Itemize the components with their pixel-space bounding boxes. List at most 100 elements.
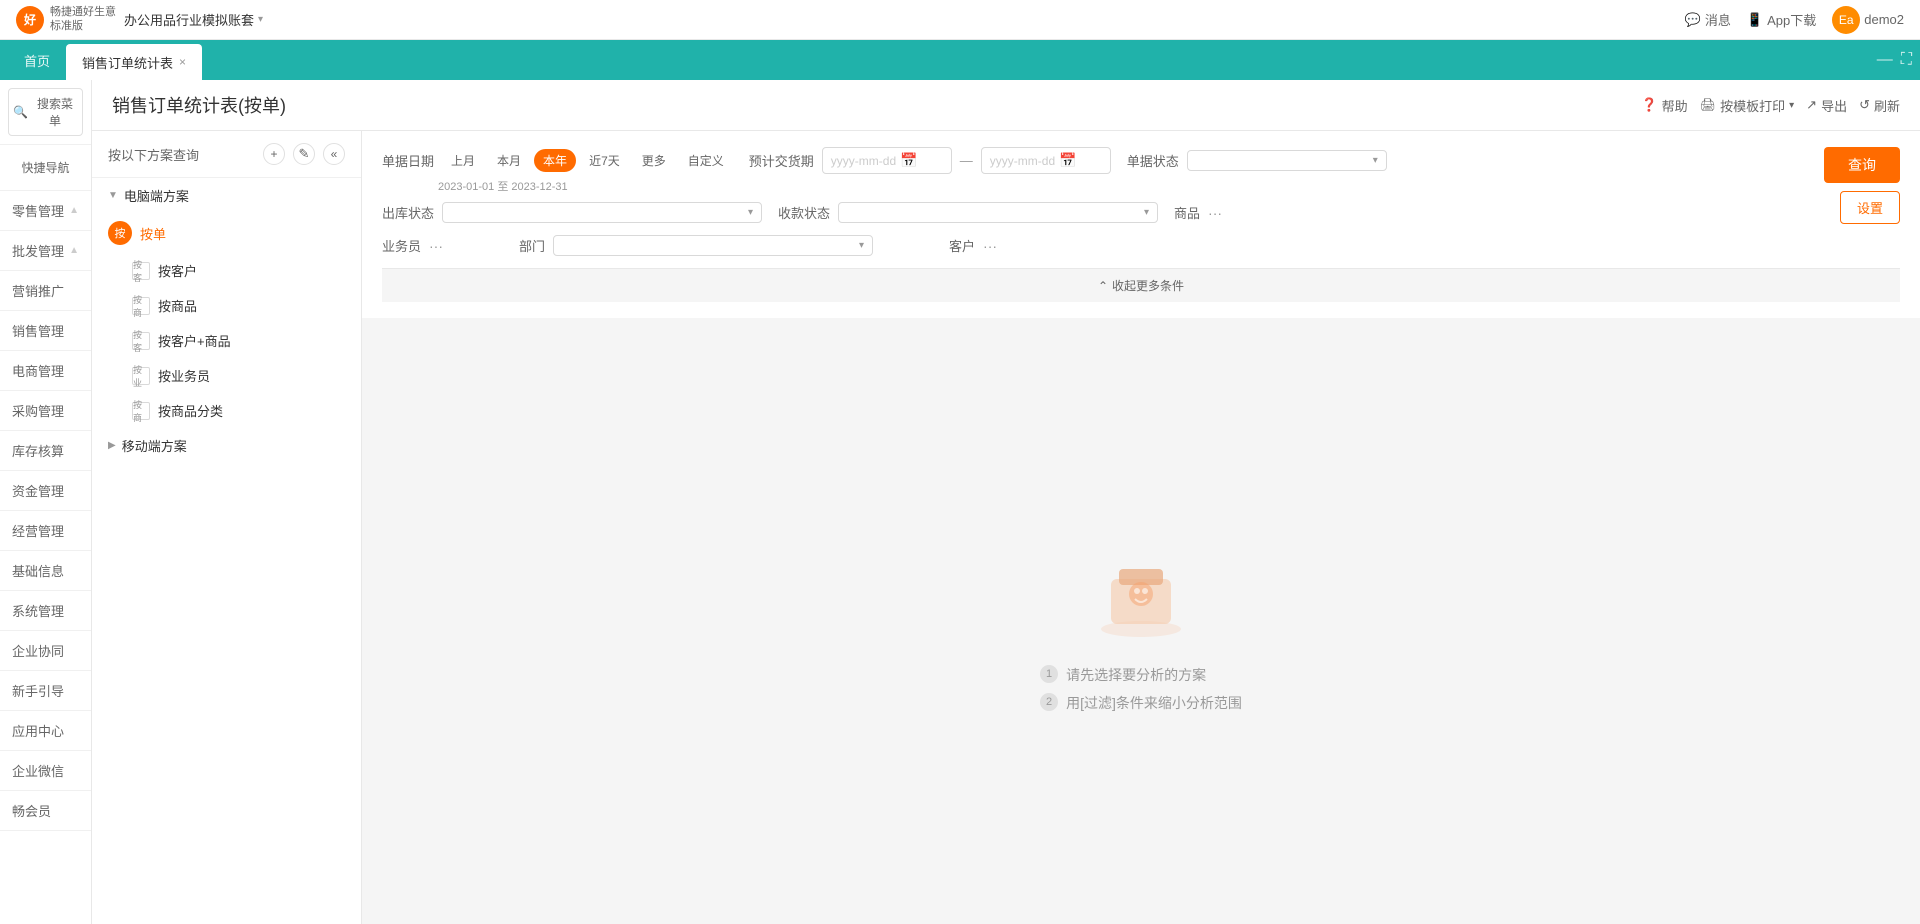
page-title: 销售订单统计表(按单) <box>112 92 286 130</box>
sidebar-item-4[interactable]: 电商管理 <box>0 351 91 391</box>
dept-select[interactable]: ▾ <box>553 235 873 256</box>
salesman-more-button[interactable]: ··· <box>429 238 443 254</box>
calendar-end-icon: 📅 <box>1059 152 1076 169</box>
shortcut-this-year[interactable]: 本年 <box>534 149 576 172</box>
logo-text: 畅捷通好生意 标准版 <box>50 6 116 32</box>
refresh-icon: ↺ <box>1859 97 1870 113</box>
date-shortcut-group: 上月 本月 本年 近7天 更多 自定义 <box>442 149 733 172</box>
section-header-1[interactable]: ▶移动端方案 <box>92 428 361 463</box>
shortcut-last-month[interactable]: 上月 <box>442 149 484 172</box>
sidebar-item-7[interactable]: 资金管理 <box>0 471 91 511</box>
expected-date-start-input[interactable]: yyyy-mm-dd 📅 <box>822 147 952 174</box>
payment-status-select[interactable]: ▾ <box>838 202 1158 223</box>
scheme-sub-item-0-3[interactable]: 按客按客户+商品 <box>92 323 361 358</box>
shortcut-more[interactable]: 更多 <box>633 149 675 172</box>
goods-more-button[interactable]: ··· <box>1208 205 1222 221</box>
scheme-sub-item-0-4[interactable]: 按业按业务员 <box>92 358 361 393</box>
user-avatar[interactable]: Ea demo2 <box>1832 6 1904 34</box>
search-menu-button[interactable]: 🔍 搜索菜单 <box>8 88 83 136</box>
edit-scheme-button[interactable]: ✎ <box>293 143 315 165</box>
filter-panel: 单据日期 上月 本月 本年 近7天 更多 自定义 <box>362 131 1920 318</box>
sidebar-item-6[interactable]: 库存核算 <box>0 431 91 471</box>
avatar: Ea <box>1832 6 1860 34</box>
sidebar-item-8[interactable]: 经营管理 <box>0 511 91 551</box>
app-download-button[interactable]: 📱 App下载 <box>1747 10 1816 29</box>
tab-minimize-button[interactable]: — <box>1877 51 1893 69</box>
export-button[interactable]: ↗ 导出 <box>1806 96 1847 115</box>
shortcut-7days[interactable]: 近7天 <box>580 149 629 172</box>
add-scheme-button[interactable]: + <box>263 143 285 165</box>
top-bar-left: 好 畅捷通好生意 标准版 办公用品行业模拟账套 ▾ <box>16 6 263 34</box>
sidebar-item-9[interactable]: 基础信息 <box>0 551 91 591</box>
sidebar-item-5[interactable]: 采购管理 <box>0 391 91 431</box>
sidebar-item-11[interactable]: 企业协同 <box>0 631 91 671</box>
empty-illustration <box>1081 529 1201 649</box>
sidebar-nav: 零售管理▲批发管理▲营销推广销售管理电商管理采购管理库存核算资金管理经营管理基础… <box>0 191 91 831</box>
empty-tips: 1 请先选择要分析的方案 2 用[过滤]条件来缩小分析范围 <box>1040 665 1242 713</box>
scheme-sub-item-0-5[interactable]: 按商按商品分类 <box>92 393 361 428</box>
left-panel-actions: + ✎ « <box>263 143 345 165</box>
filter-container: 单据日期 上月 本月 本年 近7天 更多 自定义 <box>382 147 1900 268</box>
scheme-list: ▼电脑端方案按按单按客按客户按商按商品按客按客户+商品按业按业务员按商按商品分类… <box>92 178 361 463</box>
message-icon: 💬 <box>1685 12 1701 28</box>
empty-tip-1: 1 请先选择要分析的方案 <box>1040 665 1242 685</box>
scheme-sub-item-0-2[interactable]: 按商按商品 <box>92 288 361 323</box>
refresh-button[interactable]: ↺ 刷新 <box>1859 96 1900 115</box>
sidebar-item-14[interactable]: 企业微信 <box>0 751 91 791</box>
dept-dropdown-icon: ▾ <box>859 240 864 251</box>
search-icon: 🔍 <box>13 105 28 119</box>
bill-status-dropdown-icon: ▾ <box>1373 155 1378 166</box>
print-icon: 🖨 <box>1700 97 1717 113</box>
delivery-status-label: 出库状态 <box>382 203 434 222</box>
tab-home[interactable]: 首页 <box>8 44 66 76</box>
dropdown-arrow-icon: ▾ <box>258 14 263 25</box>
bill-status-select[interactable]: ▾ <box>1187 150 1387 171</box>
bill-status-group: 单据状态 ▾ <box>1127 150 1387 171</box>
help-button[interactable]: ❓ 帮助 <box>1641 96 1687 115</box>
dept-label: 部门 <box>519 236 545 255</box>
sidebar-item-2[interactable]: 营销推广 <box>0 271 91 311</box>
sidebar-item-0[interactable]: 零售管理▲ <box>0 191 91 231</box>
collapse-button[interactable]: ⌃ 收起更多条件 <box>1098 277 1184 294</box>
sidebar-item-10[interactable]: 系统管理 <box>0 591 91 631</box>
sidebar-item-1[interactable]: 批发管理▲ <box>0 231 91 271</box>
scheme-item-0-0[interactable]: 按按单 <box>92 213 361 253</box>
customer-group: 客户 ··· <box>949 236 997 255</box>
date-range-text: 2023-01-01 至 2023-12-31 <box>382 178 1812 194</box>
settings-button[interactable]: 设置 <box>1840 191 1900 224</box>
message-button[interactable]: 💬 消息 <box>1685 10 1731 29</box>
bill-status-label: 单据状态 <box>1127 151 1179 170</box>
payment-status-group: 收款状态 ▾ <box>778 202 1158 223</box>
section-header-0[interactable]: ▼电脑端方案 <box>92 178 361 213</box>
query-button[interactable]: 查询 <box>1824 147 1900 183</box>
content-area: 销售订单统计表(按单) ❓ 帮助 🖨 按模板打印 ▾ ↗ 导出 ↺ 刷新 <box>92 80 1920 924</box>
delivery-status-select[interactable]: ▾ <box>442 202 762 223</box>
filter-actions: 查询 设置 <box>1812 147 1900 268</box>
customer-more-button[interactable]: ··· <box>983 238 997 254</box>
system-title[interactable]: 办公用品行业模拟账套 ▾ <box>124 10 263 29</box>
collapse-panel-button[interactable]: « <box>323 143 345 165</box>
arrow-icon: ▲ <box>69 205 79 216</box>
logo-area: 好 畅捷通好生意 标准版 <box>16 6 116 34</box>
expected-date-end-input[interactable]: yyyy-mm-dd 📅 <box>981 147 1111 174</box>
expected-date-group: 预计交货期 yyyy-mm-dd 📅 — yyyy-mm-dd 📅 <box>749 147 1111 174</box>
tab-maximize-button[interactable]: ⛶ <box>1901 51 1912 69</box>
print-dropdown-icon: ▾ <box>1789 100 1794 111</box>
sidebar-item-15[interactable]: 畅会员 <box>0 791 91 831</box>
shortcut-custom[interactable]: 自定义 <box>679 149 733 172</box>
collapse-bar[interactable]: ⌃ 收起更多条件 <box>382 268 1900 302</box>
sidebar-item-12[interactable]: 新手引导 <box>0 671 91 711</box>
dept-group: 部门 ▾ <box>519 235 873 256</box>
scheme-sub-item-0-1[interactable]: 按客按客户 <box>92 253 361 288</box>
shortcut-this-month[interactable]: 本月 <box>488 149 530 172</box>
quick-nav-button[interactable]: 快捷导航 <box>8 153 83 182</box>
sidebar-item-13[interactable]: 应用中心 <box>0 711 91 751</box>
tab-sales-stat[interactable]: 销售订单统计表 × <box>66 44 202 80</box>
print-button[interactable]: 🖨 按模板打印 ▾ <box>1700 96 1795 115</box>
goods-group: 商品 ··· <box>1174 203 1222 222</box>
date-dash: — <box>960 153 973 168</box>
sidebar-item-3[interactable]: 销售管理 <box>0 311 91 351</box>
help-icon: ❓ <box>1641 97 1657 113</box>
payment-status-label: 收款状态 <box>778 203 830 222</box>
tab-close-icon[interactable]: × <box>179 55 186 69</box>
